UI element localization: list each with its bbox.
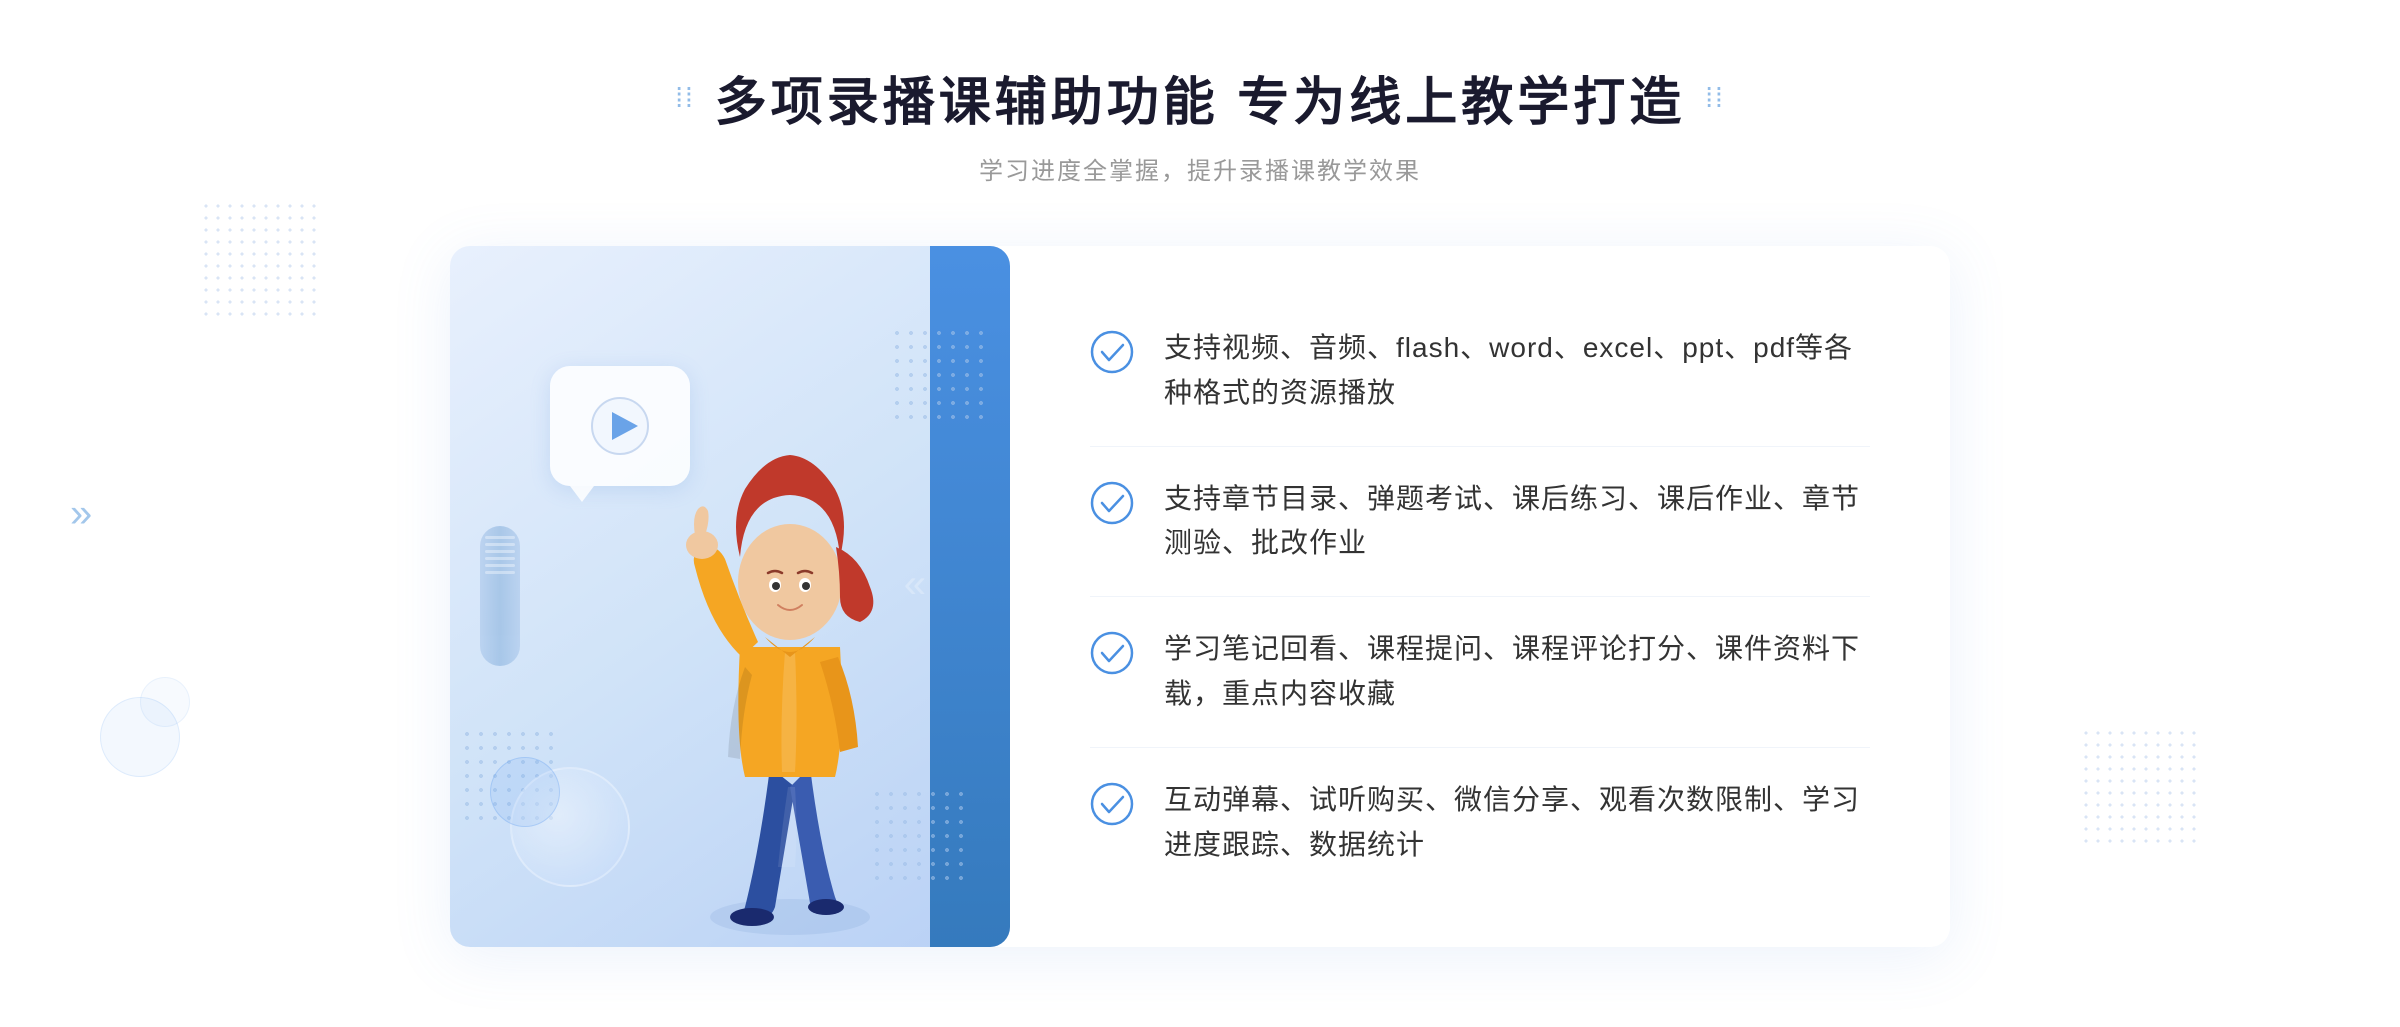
cylinder-line	[485, 564, 515, 567]
features-panel: 支持视频、音频、flash、word、excel、ppt、pdf等各种格式的资源…	[1010, 246, 1950, 947]
feature-text-3: 学习笔记回看、课程提问、课程评论打分、课件资料下载，重点内容收藏	[1164, 627, 1870, 717]
person-figure	[640, 427, 940, 947]
check-circle-icon-4	[1090, 782, 1134, 826]
cylinder-decoration	[480, 526, 520, 666]
dots-decoration-right-bottom	[2080, 727, 2200, 847]
arrow-left-decoration: »	[70, 491, 84, 536]
cylinder-line	[485, 571, 515, 574]
feature-text-4: 互动弹幕、试听购买、微信分享、观看次数限制、学习进度跟踪、数据统计	[1164, 778, 1870, 868]
illus-dots-1	[890, 326, 990, 426]
cylinder-line	[485, 543, 515, 546]
page-wrapper: » ⁞⁞ 多项录播课辅助功能 专为线上教学打造 ⁞⁞ 学习进度全掌握，提升录播课…	[0, 0, 2400, 1027]
check-circle-icon-3	[1090, 631, 1134, 675]
title-row: ⁞⁞ 多项录播课辅助功能 专为线上教学打造 ⁞⁞	[675, 60, 1725, 135]
header-section: ⁞⁞ 多项录播课辅助功能 专为线上教学打造 ⁞⁞ 学习进度全掌握，提升录播课教学…	[675, 60, 1725, 186]
main-title: 多项录播课辅助功能 专为线上教学打造	[715, 60, 1685, 135]
light-circle-decoration-2	[140, 677, 190, 727]
feature-item-2: 支持章节目录、弹题考试、课后练习、课后作业、章节测验、批改作业	[1090, 447, 1870, 598]
content-area: «	[450, 246, 1950, 947]
feature-text-1: 支持视频、音频、flash、word、excel、ppt、pdf等各种格式的资源…	[1164, 326, 1870, 416]
deco-circle-2	[490, 757, 560, 827]
feature-item-1: 支持视频、音频、flash、word、excel、ppt、pdf等各种格式的资源…	[1090, 296, 1870, 447]
subtitle: 学习进度全掌握，提升录播课教学效果	[675, 151, 1725, 186]
feature-item-4: 互动弹幕、试听购买、微信分享、观看次数限制、学习进度跟踪、数据统计	[1090, 748, 1870, 898]
illustration-panel: «	[450, 246, 1010, 947]
cylinder-line	[485, 550, 515, 553]
dots-decoration-left-top	[200, 200, 320, 320]
check-circle-icon-2	[1090, 481, 1134, 525]
feature-text-2: 支持章节目录、弹题考试、课后练习、课后作业、章节测验、批改作业	[1164, 477, 1870, 567]
title-dots-left: ⁞⁞	[675, 82, 695, 114]
cylinder-line	[485, 557, 515, 560]
check-circle-icon-1	[1090, 330, 1134, 374]
cylinder-line	[485, 536, 515, 539]
feature-item-3: 学习笔记回看、课程提问、课程评论打分、课件资料下载，重点内容收藏	[1090, 597, 1870, 748]
person-svg	[640, 427, 940, 947]
title-dots-right: ⁞⁞	[1705, 82, 1725, 114]
